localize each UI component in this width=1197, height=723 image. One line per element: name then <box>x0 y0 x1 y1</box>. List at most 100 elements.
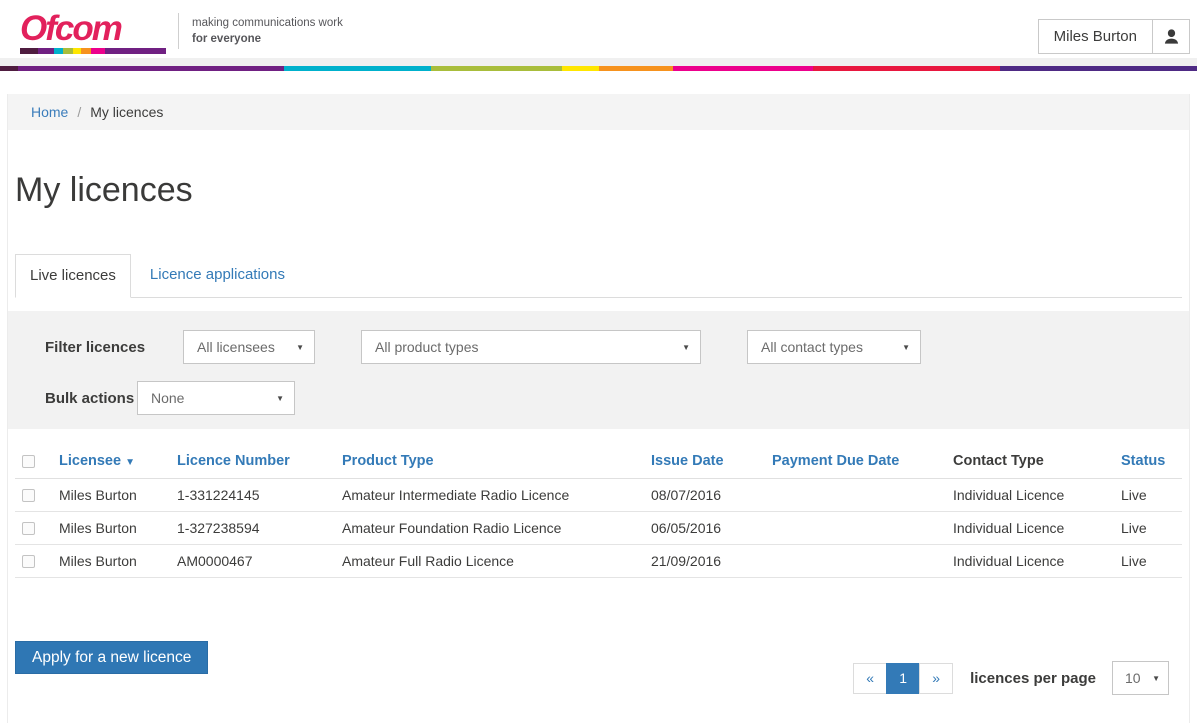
logo-tagline: making communications work for everyone <box>192 11 343 47</box>
stripe-segment <box>813 66 1000 71</box>
stripe-segment <box>104 48 166 54</box>
bulk-actions-value: None <box>151 390 185 407</box>
ofcom-wordmark: Ofcom <box>20 9 123 48</box>
apply-new-licence-button[interactable]: Apply for a new licence <box>15 641 209 675</box>
stripe-segment <box>63 48 74 54</box>
bottom-action-bar: Apply for a new licence « 1 » licences p… <box>15 641 1182 696</box>
stripe-segment <box>599 66 673 71</box>
cell-payment-due-date <box>772 511 953 546</box>
cell-payment-due-date <box>772 544 953 579</box>
chevron-down-icon: ▼ <box>296 342 304 352</box>
stripe-segment <box>20 48 38 54</box>
cell-licensee: Miles Burton <box>59 511 177 546</box>
cell-contact-type: Individual Licence <box>953 511 1121 546</box>
column-header-issue-date[interactable]: Issue Date <box>651 453 724 469</box>
product-type-filter-select[interactable]: All product types ▼ <box>361 330 701 365</box>
cell-payment-due-date <box>772 478 953 513</box>
cell-status: Live <box>1121 511 1182 546</box>
stripe-segment <box>53 48 64 54</box>
person-icon <box>1164 29 1178 44</box>
licensee-filter-select[interactable]: All licensees ▼ <box>183 330 315 365</box>
chevron-down-icon: ▼ <box>682 342 690 352</box>
row-select-checkbox[interactable] <box>22 554 35 568</box>
logo-color-stripe <box>20 48 166 54</box>
stripe-segment <box>73 48 82 54</box>
column-header-product-type[interactable]: Product Type <box>342 453 434 469</box>
licence-table-body: Miles Burton 1-331224145 Amateur Interme… <box>15 478 1182 579</box>
per-page-value: 10 <box>1125 670 1141 687</box>
bulk-actions-label: Bulk actions <box>45 389 135 407</box>
breadcrumb: Home / My licences <box>8 94 1189 130</box>
column-header-licence-number[interactable]: Licence Number <box>177 453 290 469</box>
pager-page-1-button[interactable]: 1 <box>886 662 921 694</box>
chevron-down-icon: ▼ <box>902 342 910 352</box>
cell-product-type: Amateur Intermediate Radio Licence <box>342 478 651 513</box>
user-name: Miles Burton <box>1053 28 1137 45</box>
brand-rainbow-stripe <box>0 66 1197 71</box>
stripe-segment <box>18 66 284 71</box>
chevron-down-icon: ▼ <box>276 393 284 403</box>
breadcrumb-current: My licences <box>90 104 164 120</box>
cell-product-type: Amateur Foundation Radio Licence <box>342 511 651 546</box>
pager-previous-button[interactable]: « <box>853 662 888 694</box>
user-icon <box>1152 20 1189 53</box>
cell-licence-number: 1-331224145 <box>177 478 342 513</box>
tab-licence-applications[interactable]: Licence applications <box>131 253 304 297</box>
column-header-licensee[interactable]: Licensee <box>59 453 121 469</box>
product-type-filter-value: All product types <box>375 339 479 356</box>
stripe-segment <box>91 48 105 54</box>
stripe-segment <box>81 48 91 54</box>
row-select-checkbox[interactable] <box>22 488 35 502</box>
filter-panel: Filter licences All licensees ▼ All prod… <box>8 311 1189 430</box>
cell-licensee: Miles Burton <box>59 478 177 513</box>
stripe-segment <box>673 66 813 71</box>
breadcrumb-home-link[interactable]: Home <box>31 104 68 120</box>
cell-status: Live <box>1121 478 1182 513</box>
pager-next-button[interactable]: » <box>919 662 954 694</box>
tagline-line1: making communications work <box>192 17 343 29</box>
column-header-payment-due-date[interactable]: Payment Due Date <box>772 453 899 469</box>
contact-type-filter-value: All contact types <box>761 339 863 356</box>
stripe-segment <box>284 66 431 71</box>
cell-status: Live <box>1121 544 1182 579</box>
column-header-contact-type: Contact Type <box>953 453 1044 470</box>
breadcrumb-separator: / <box>77 104 82 120</box>
tab-bar: Live licences Licence applications <box>15 253 1182 299</box>
cell-licensee: Miles Burton <box>59 544 177 579</box>
per-page-select[interactable]: 10 ▼ <box>1112 661 1169 696</box>
site-header: Ofcom making communications work for eve… <box>0 0 1197 58</box>
sort-descending-icon: ▼ <box>125 457 135 469</box>
stripe-segment <box>37 48 54 54</box>
stripe-segment <box>0 66 18 71</box>
logo-divider <box>178 13 179 49</box>
filter-licences-label: Filter licences <box>45 338 146 356</box>
licences-table: Licensee ▼ Licence Number Product Type Is… <box>15 445 1182 579</box>
header-gray-band <box>0 58 1197 66</box>
stripe-segment <box>1000 66 1197 71</box>
contact-type-filter-select[interactable]: All contact types ▼ <box>747 330 921 365</box>
user-account-button[interactable]: Miles Burton <box>1037 19 1190 54</box>
row-select-checkbox[interactable] <box>22 521 35 535</box>
ofcom-logo[interactable]: Ofcom making communications work for eve… <box>20 11 343 54</box>
cell-licence-number: 1-327238594 <box>177 511 342 546</box>
licences-per-page-label: licences per page <box>970 669 1096 687</box>
licence-table-row: Miles Burton 1-331224145 Amateur Interme… <box>15 478 1182 513</box>
cell-issue-date: 21/09/2016 <box>651 544 772 579</box>
main-content: My licences Live licences Licence applic… <box>8 171 1189 696</box>
cell-issue-date: 06/05/2016 <box>651 511 772 546</box>
select-all-checkbox[interactable] <box>22 454 35 468</box>
column-header-status[interactable]: Status <box>1121 453 1165 469</box>
cell-contact-type: Individual Licence <box>953 478 1121 513</box>
page-title: My licences <box>15 171 193 209</box>
cell-product-type: Amateur Full Radio Licence <box>342 544 651 579</box>
bulk-actions-select[interactable]: None ▼ <box>137 381 295 416</box>
page-container: Home / My licences My licences Live lice… <box>7 94 1190 723</box>
chevron-down-icon: ▼ <box>1152 673 1160 683</box>
cell-licence-number: AM0000467 <box>177 544 342 579</box>
tab-live-licences[interactable]: Live licences <box>15 254 131 299</box>
tagline-line2: for everyone <box>192 33 262 46</box>
pagination: « 1 » licences per page 10 ▼ <box>853 661 1169 696</box>
licence-table-row: Miles Burton 1-327238594 Amateur Foundat… <box>15 511 1182 546</box>
stripe-segment <box>431 66 562 71</box>
pager: « 1 » <box>853 662 954 694</box>
